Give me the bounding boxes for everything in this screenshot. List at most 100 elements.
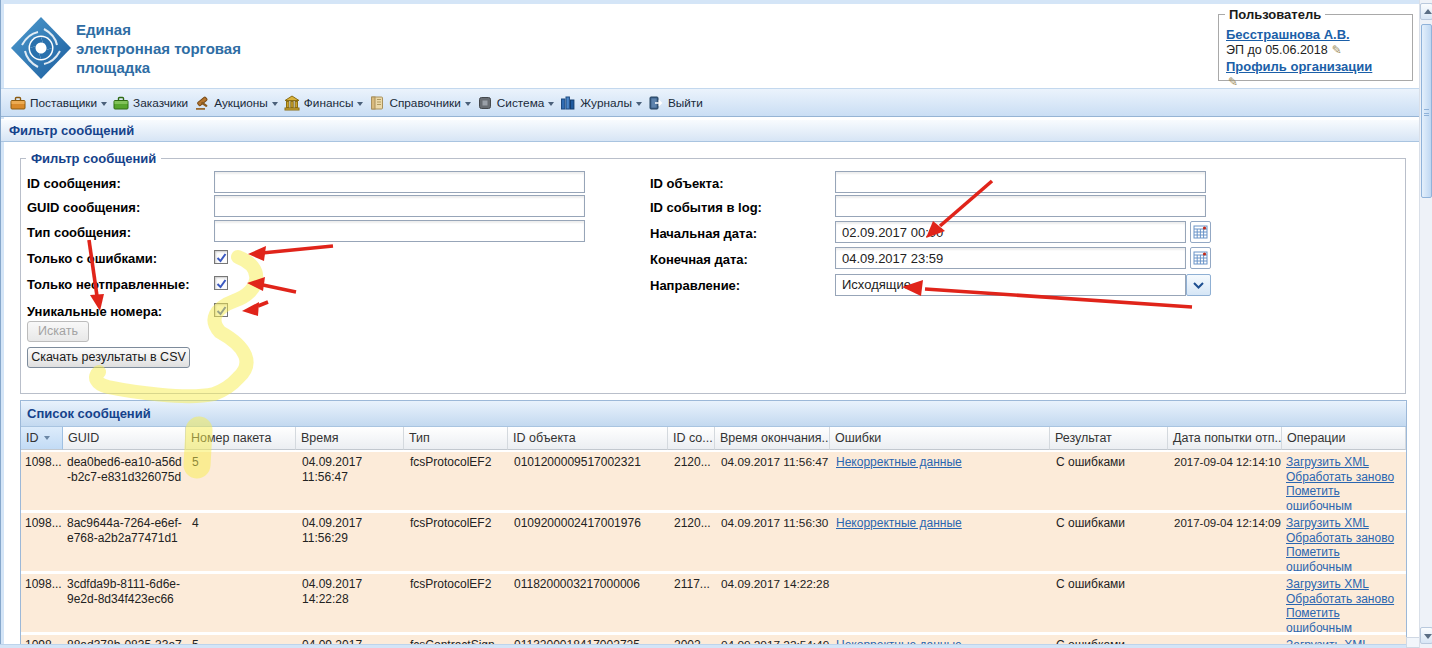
menu-item-customers[interactable]: Заказчики — [113, 95, 188, 111]
book-icon — [369, 95, 385, 111]
column-header-7[interactable]: Время окончания... — [715, 427, 830, 450]
column-header-11[interactable]: Операции — [1282, 427, 1406, 450]
column-header-5[interactable]: ID объекта — [508, 427, 668, 450]
download-csv-button[interactable]: Скачать результаты в CSV — [27, 347, 190, 368]
menu-item-label: Справочники — [389, 96, 460, 110]
scroll-up-button[interactable] — [1420, 3, 1432, 20]
error-link[interactable]: Некорректные данные — [836, 455, 962, 469]
cell-id: 1098... — [21, 513, 63, 571]
cell-result: С ошибками — [1050, 452, 1168, 510]
messages-panel: Список сообщений IDGUIDНомер пакетаВремя… — [20, 400, 1407, 648]
operation-link[interactable]: Загрузить XML — [1286, 577, 1402, 592]
cell-operations: Загрузить XMLОбработать зановоПометить о… — [1282, 574, 1406, 632]
cell-id: 1098... — [21, 452, 63, 510]
column-header-6[interactable]: ID со... — [668, 427, 715, 450]
error-link[interactable]: Некорректные данные — [836, 516, 962, 530]
cell-error: Некорректные данные — [830, 452, 1050, 510]
operation-link[interactable]: Загрузить XML — [1286, 455, 1402, 470]
cell-attempt — [1168, 635, 1282, 644]
message-guid-input[interactable] — [214, 195, 585, 217]
cell-attempt — [1168, 574, 1282, 632]
cell-end_time: 04.09.2017 11:56:47 — [715, 452, 830, 510]
operation-link[interactable]: Пометить ошибочным — [1286, 484, 1402, 510]
cell-end_time: 04.09.2017 14:22:28 — [715, 574, 830, 632]
table-row: 1098...8ac9644a-7264-e6ef-e768-a2b2a7747… — [21, 513, 1406, 571]
edit-pen-icon[interactable]: ✎ — [1332, 44, 1342, 57]
user-box-legend: Пользователь — [1225, 7, 1325, 22]
cell-attempt: 2017-09-04 12:14:10 — [1168, 452, 1282, 510]
operation-link[interactable]: Загрузить XML — [1286, 516, 1402, 531]
column-header-9[interactable]: Результат — [1050, 427, 1168, 450]
cell-error: Некорректные данные — [830, 635, 1050, 644]
operation-link[interactable]: Обработать заново — [1286, 470, 1402, 485]
start-date-input[interactable] — [835, 221, 1186, 243]
end-date-input[interactable] — [835, 247, 1186, 269]
message-id-input[interactable] — [214, 171, 585, 193]
cell-end_time: 04.09.2017 11:56:30 — [715, 513, 830, 571]
cell-guid: 3cdfda9b-8111-6d6e-9e2d-8d34f423ec66 — [63, 574, 186, 632]
direction-select[interactable]: Исходящие — [835, 274, 1186, 296]
menu-bar: Поставщики Заказчики Аукционы Финансы Справо… — [1, 88, 1419, 117]
log-event-id-input[interactable] — [835, 195, 1206, 217]
menu-item-label: Система — [497, 96, 545, 110]
column-header-3[interactable]: Время — [296, 427, 404, 450]
cell-event_id: 2120... — [668, 513, 715, 571]
table-row: 1098...88ad378b-0835-33a7-5d2e-8f41ab37c… — [21, 635, 1406, 644]
column-header-1[interactable]: GUID — [63, 427, 186, 450]
cell-object_id: 0109200002417001976 — [508, 513, 668, 571]
cell-time: 04.09.2017 22:54:48 — [296, 635, 404, 644]
label-unique-numbers: Уникальные номера: — [27, 304, 162, 319]
menu-item-suppliers[interactable]: Поставщики — [10, 95, 107, 111]
operation-link[interactable]: Обработать заново — [1286, 531, 1402, 546]
menu-item-journals[interactable]: Журналы — [560, 95, 642, 111]
cell-operations: Загрузить XMLОбработать зановоПометить о… — [1282, 452, 1406, 510]
menu-item-finance[interactable]: Финансы — [284, 95, 364, 111]
vertical-scrollbar[interactable] — [1419, 0, 1432, 648]
label-message-type: Тип сообщения: — [27, 225, 131, 240]
cell-packet: 5 — [186, 635, 296, 644]
only-errors-checkbox[interactable] — [214, 250, 228, 264]
operation-link[interactable]: Пометить ошибочным — [1286, 606, 1402, 632]
user-box: Пользователь Бесстрашнова А.В. ЭП до 05.… — [1218, 14, 1413, 81]
menu-item-exit[interactable]: Выйти — [648, 95, 703, 111]
message-type-input[interactable] — [214, 220, 585, 242]
operation-link[interactable]: Пометить ошибочным — [1286, 545, 1402, 571]
direction-select-trigger[interactable] — [1186, 274, 1211, 296]
label-message-guid: GUID сообщения: — [27, 200, 140, 215]
chevron-down-icon — [465, 102, 471, 106]
scroll-thumb[interactable] — [1421, 24, 1432, 198]
cell-operations: Загрузить XMLОбработать зановоПометить о… — [1282, 635, 1406, 644]
object-id-input[interactable] — [835, 171, 1206, 193]
cell-id: 1098... — [21, 574, 63, 632]
cell-event_id: 2002... — [668, 635, 715, 644]
briefcase-orange-icon — [10, 95, 26, 111]
org-profile-link[interactable]: Профиль организации — [1226, 60, 1372, 74]
column-header-2[interactable]: Номер пакета — [186, 427, 296, 450]
menu-item-label: Заказчики — [133, 96, 188, 110]
column-header-10[interactable]: Дата попытки отп... — [1168, 427, 1282, 450]
brand-name: Единая электронная торговая площадка — [76, 20, 241, 77]
user-name-link[interactable]: Бесстрашнова А.В. — [1226, 28, 1350, 42]
scroll-down-button[interactable] — [1420, 627, 1432, 644]
only-unsent-checkbox[interactable] — [214, 276, 228, 290]
start-date-calendar-button[interactable] — [1190, 221, 1211, 243]
cell-time: 04.09.2017 14:22:28 — [296, 574, 404, 632]
unique-numbers-checkbox[interactable] — [214, 303, 228, 317]
search-button[interactable]: Искать — [27, 321, 89, 342]
menu-item-label: Финансы — [304, 96, 354, 110]
menu-item-directories[interactable]: Справочники — [369, 95, 470, 111]
operation-link[interactable]: Обработать заново — [1286, 592, 1402, 607]
menu-item-system[interactable]: Система — [477, 95, 555, 111]
label-message-id: ID сообщения: — [27, 176, 121, 191]
cell-result: С ошибками — [1050, 574, 1168, 632]
end-date-calendar-button[interactable] — [1190, 247, 1211, 269]
menu-item-label: Выйти — [668, 96, 703, 110]
column-header-4[interactable]: Тип — [404, 427, 508, 450]
cell-error: Некорректные данные — [830, 513, 1050, 571]
cell-result: С ошибками — [1050, 513, 1168, 571]
cell-object_id: 0101200009517002321 — [508, 452, 668, 510]
column-header-8[interactable]: Ошибки — [830, 427, 1050, 450]
column-header-0[interactable]: ID — [21, 427, 63, 450]
table-rows: 1098...dea0bed6-ea10-a56d-b2c7-e831d3260… — [21, 450, 1406, 644]
menu-item-auctions[interactable]: Аукционы — [194, 95, 278, 111]
